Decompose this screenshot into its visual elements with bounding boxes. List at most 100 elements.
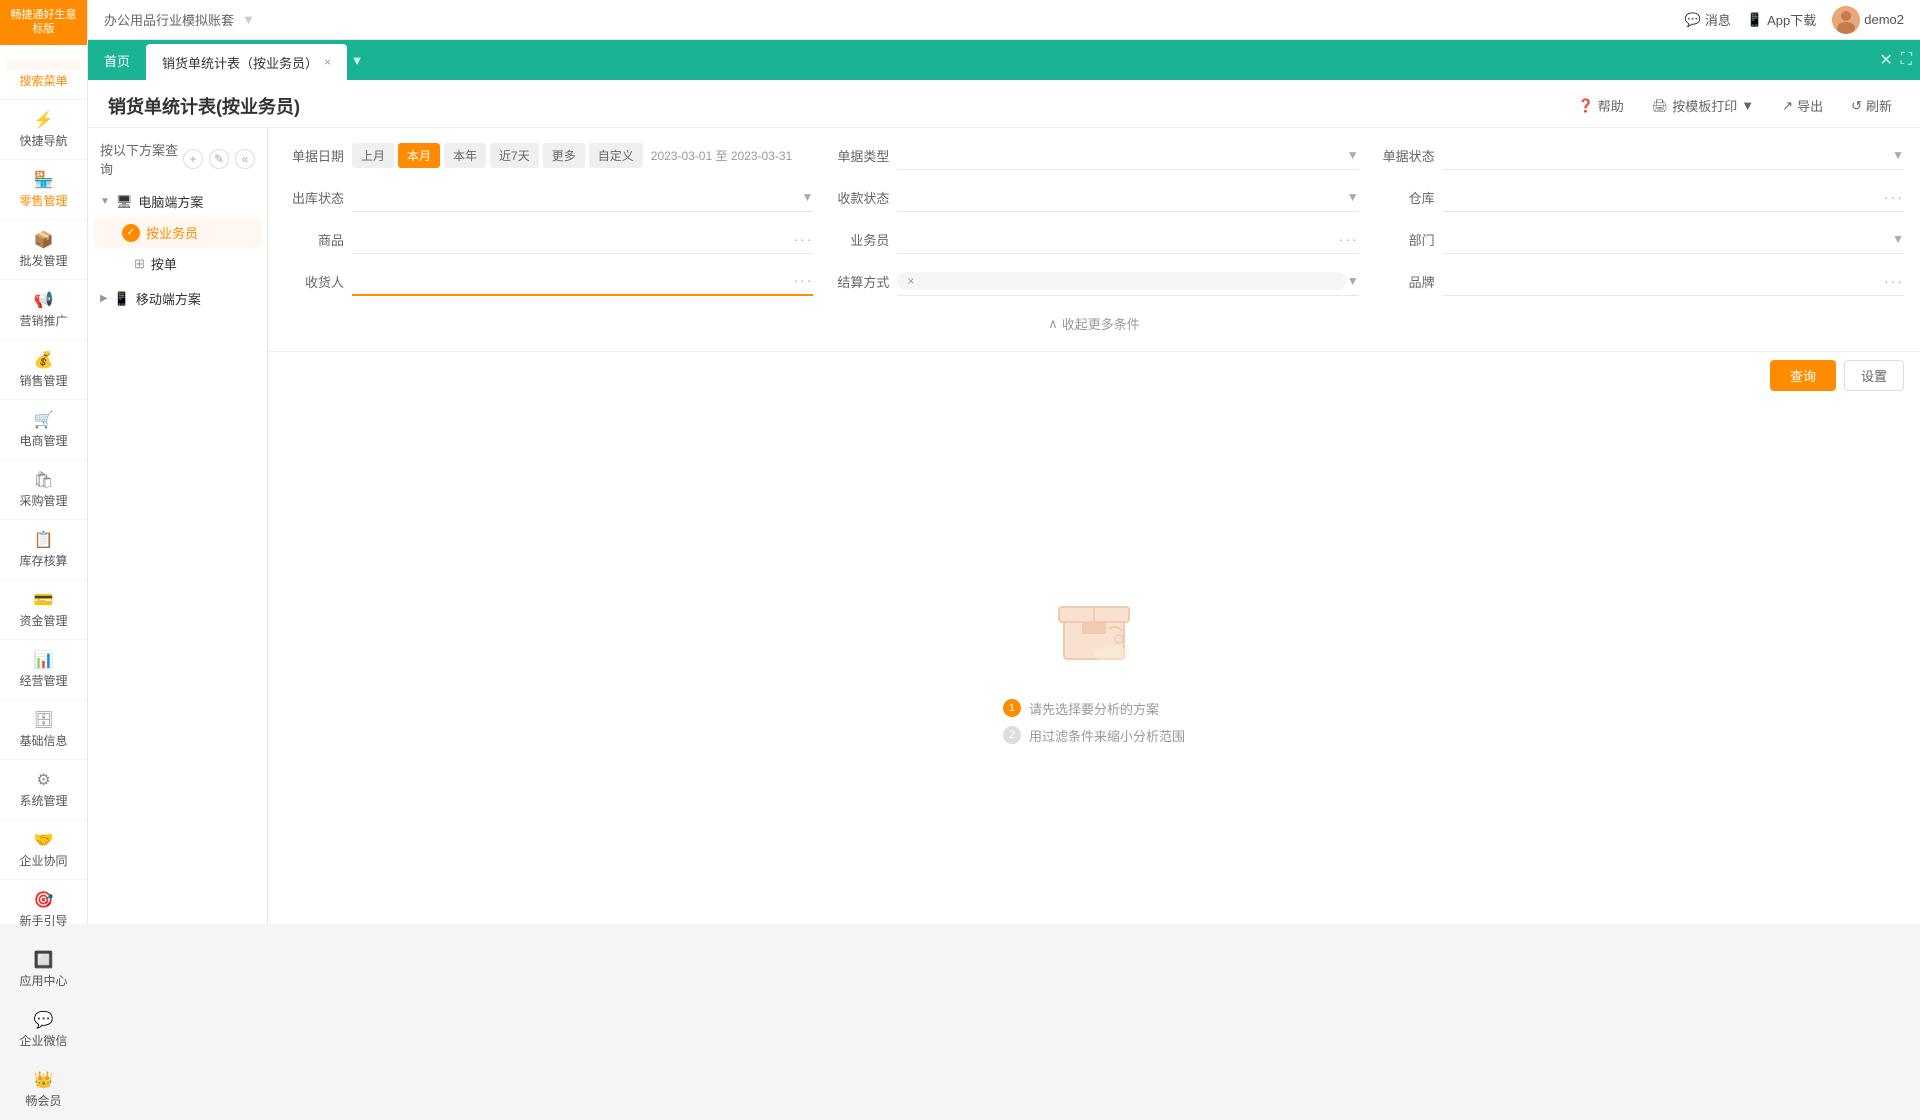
sidebar-item-purchase[interactable]: 🛍 采购管理 bbox=[0, 460, 87, 520]
page-container: 销货单统计表(按业务员) ❓ 帮助 🖨 按模板打印 ▼ ↗ 导出 bbox=[88, 80, 1920, 924]
brand-select[interactable]: ··· bbox=[1443, 266, 1904, 296]
sidebar-item-marketing[interactable]: 📢 营销推广 bbox=[0, 280, 87, 340]
empty-illustration bbox=[1044, 579, 1144, 679]
tab-expand-button[interactable]: ▼ bbox=[347, 40, 367, 80]
sidebar-item-basic[interactable]: 🗄 基础信息 bbox=[0, 700, 87, 760]
left-panel: 按以下方案查询 + ✎ « ▼ 🖥 电脑端方案 bbox=[88, 128, 268, 924]
payment-select[interactable]: × ▼ bbox=[897, 266, 1358, 296]
tab-home[interactable]: 首页 bbox=[88, 40, 146, 80]
warehouse-select[interactable]: ··· bbox=[1443, 182, 1904, 212]
help-button[interactable]: ❓ 帮助 bbox=[1570, 92, 1632, 119]
doc-type-select[interactable]: ▼ bbox=[897, 140, 1358, 170]
close-window-icon[interactable]: ✕ bbox=[1879, 50, 1892, 70]
out-status-select[interactable]: ▼ bbox=[352, 182, 813, 212]
sidebar-item-member[interactable]: 👑 畅会员 bbox=[0, 1060, 87, 1120]
message-button[interactable]: 💬 消息 bbox=[1685, 10, 1731, 29]
sidebar-item-operation[interactable]: 📊 经营管理 bbox=[0, 640, 87, 700]
filter-row-2: 出库状态 ▼ 收款状态 ▼ bbox=[284, 182, 1904, 212]
department-arrow-icon: ▼ bbox=[1892, 232, 1904, 246]
sidebar-item-quick-nav[interactable]: ⚡ 快捷导航 bbox=[0, 100, 87, 160]
doc-status-select[interactable]: ▼ bbox=[1443, 140, 1904, 170]
mobile-scheme-group[interactable]: ▶ 📱 移动端方案 bbox=[88, 283, 267, 314]
filter-out-status: 出库状态 ▼ bbox=[284, 182, 813, 212]
search-menu-label: 搜索菜单 bbox=[6, 70, 81, 91]
query-button[interactable]: 查询 bbox=[1770, 360, 1836, 391]
tab-close-icon[interactable]: × bbox=[324, 55, 331, 69]
sidebar-item-newbie[interactable]: 🎯 新手引导 bbox=[0, 880, 87, 940]
refresh-button[interactable]: ↺ 刷新 bbox=[1843, 92, 1900, 119]
date-this-month-btn[interactable]: 本月 bbox=[398, 143, 440, 168]
message-label: 消息 bbox=[1705, 10, 1731, 29]
scheme-sub-item-by-order[interactable]: ⊞ 按单 bbox=[94, 248, 261, 279]
tab-expand-icon: ▼ bbox=[351, 53, 364, 68]
collapse-panel-button[interactable]: « bbox=[235, 149, 255, 169]
pc-group-header[interactable]: ▼ 🖥 电脑端方案 bbox=[88, 186, 267, 217]
date-last7-btn[interactable]: 近7天 bbox=[490, 143, 539, 168]
date-last-month-btn[interactable]: 上月 bbox=[352, 143, 394, 168]
sidebar-item-inventory[interactable]: 📋 库存核算 bbox=[0, 520, 87, 580]
filter-area: 单据日期 上月 本月 本年 近7天 更多 自定义 2023-03-01 至 20… bbox=[268, 128, 1920, 352]
operation-icon: 📊 bbox=[4, 650, 83, 670]
sales-icon: 💰 bbox=[4, 350, 83, 370]
sidebar-item-enterprise[interactable]: 🤝 企业协同 bbox=[0, 820, 87, 880]
empty-tips: 1 请先选择要分析的方案 2 用过滤条件来缩小分析范围 bbox=[1003, 699, 1185, 745]
app-download-button[interactable]: 📱 App下载 bbox=[1747, 10, 1816, 29]
department-select[interactable]: ▼ bbox=[1443, 224, 1904, 254]
fullscreen-icon[interactable]: ⛶ bbox=[1901, 51, 1912, 69]
basic-icon: 🗄 bbox=[4, 710, 83, 730]
member-icon: 👑 bbox=[4, 1070, 83, 1090]
receipt-status-select[interactable]: ▼ bbox=[897, 182, 1358, 212]
sidebar-item-wholesale[interactable]: 📦 批发管理 bbox=[0, 220, 87, 280]
wechat-label: 企业微信 bbox=[4, 1032, 83, 1049]
doc-status-label: 单据状态 bbox=[1375, 146, 1435, 165]
sidebar-item-sales[interactable]: 💰 销售管理 bbox=[0, 340, 87, 400]
message-icon: 💬 bbox=[1685, 12, 1701, 28]
sidebar-item-finance[interactable]: 💳 资金管理 bbox=[0, 580, 87, 640]
product-dots-icon: ··· bbox=[793, 231, 813, 247]
add-scheme-button[interactable]: + bbox=[183, 149, 203, 169]
sidebar-search-section[interactable]: 搜索菜单 bbox=[0, 45, 87, 100]
date-this-year-btn[interactable]: 本年 bbox=[444, 143, 486, 168]
settings-button[interactable]: 设置 bbox=[1844, 360, 1904, 391]
edit-scheme-button[interactable]: ✎ bbox=[209, 149, 229, 169]
collapse-filters-button[interactable]: ∧ 收起更多条件 bbox=[284, 308, 1904, 339]
date-custom-btn[interactable]: 自定义 bbox=[589, 143, 643, 168]
filter-brand: 品牌 ··· bbox=[1375, 266, 1904, 296]
search-menu-button[interactable] bbox=[6, 60, 81, 70]
payment-clear-button[interactable]: × bbox=[907, 274, 914, 288]
consignee-input[interactable]: ··· bbox=[352, 266, 813, 296]
sidebar-item-retail[interactable]: 🏪 零售管理 bbox=[0, 160, 87, 220]
user-name-label: demo2 bbox=[1864, 12, 1904, 27]
purchase-label: 采购管理 bbox=[4, 492, 83, 509]
sub-order-icon: ⊞ bbox=[134, 256, 145, 272]
sidebar: 畅捷通好生意 标版 搜索菜单 ⚡ 快捷导航 🏪 零售管理 📦 批发管理 📢 营销… bbox=[0, 0, 88, 924]
date-label: 单据日期 bbox=[284, 146, 344, 165]
filter-payment: 结算方式 × ▼ bbox=[829, 266, 1358, 296]
header-left: 办公用品行业模拟账套 ▼ bbox=[104, 10, 255, 29]
app-download-label: App下载 bbox=[1767, 10, 1816, 29]
tab-active[interactable]: 销货单统计表（按业务员） × bbox=[146, 44, 347, 80]
payment-tag: × bbox=[897, 272, 1346, 290]
salesman-select[interactable]: ··· bbox=[897, 224, 1358, 254]
user-profile[interactable]: demo2 bbox=[1832, 6, 1904, 34]
product-select[interactable]: ··· bbox=[352, 224, 813, 254]
export-button[interactable]: ↗ 导出 bbox=[1774, 92, 1831, 119]
breadcrumb: 办公用品行业模拟账套 bbox=[104, 10, 234, 29]
payment-tag-clear: × bbox=[897, 272, 1346, 290]
tab-bar-right: ✕ ⛶ bbox=[1879, 40, 1920, 80]
sidebar-logo: 畅捷通好生意 标版 bbox=[0, 0, 87, 45]
sidebar-item-apps[interactable]: 🔲 应用中心 bbox=[0, 940, 87, 1000]
page-title: 销货单统计表(按业务员) bbox=[108, 93, 300, 119]
print-button[interactable]: 🖨 按模板打印 ▼ bbox=[1644, 92, 1762, 119]
department-label: 部门 bbox=[1375, 230, 1435, 249]
sidebar-item-ecommerce[interactable]: 🛒 电商管理 bbox=[0, 400, 87, 460]
left-panel-title: 按以下方案查询 bbox=[100, 140, 183, 178]
doc-status-arrow-icon: ▼ bbox=[1892, 148, 1904, 162]
action-bar: 查询 设置 bbox=[268, 352, 1920, 399]
scheme-item-by-salesman[interactable]: ✓ 按业务员 bbox=[94, 217, 261, 248]
page-title-bar: 销货单统计表(按业务员) ❓ 帮助 🖨 按模板打印 ▼ ↗ 导出 bbox=[88, 80, 1920, 128]
sidebar-item-system[interactable]: ⚙ 系统管理 bbox=[0, 760, 87, 820]
date-more-btn[interactable]: 更多 bbox=[543, 143, 585, 168]
doc-type-arrow-icon: ▼ bbox=[1347, 148, 1359, 162]
sidebar-item-wechat[interactable]: 💬 企业微信 bbox=[0, 1000, 87, 1060]
